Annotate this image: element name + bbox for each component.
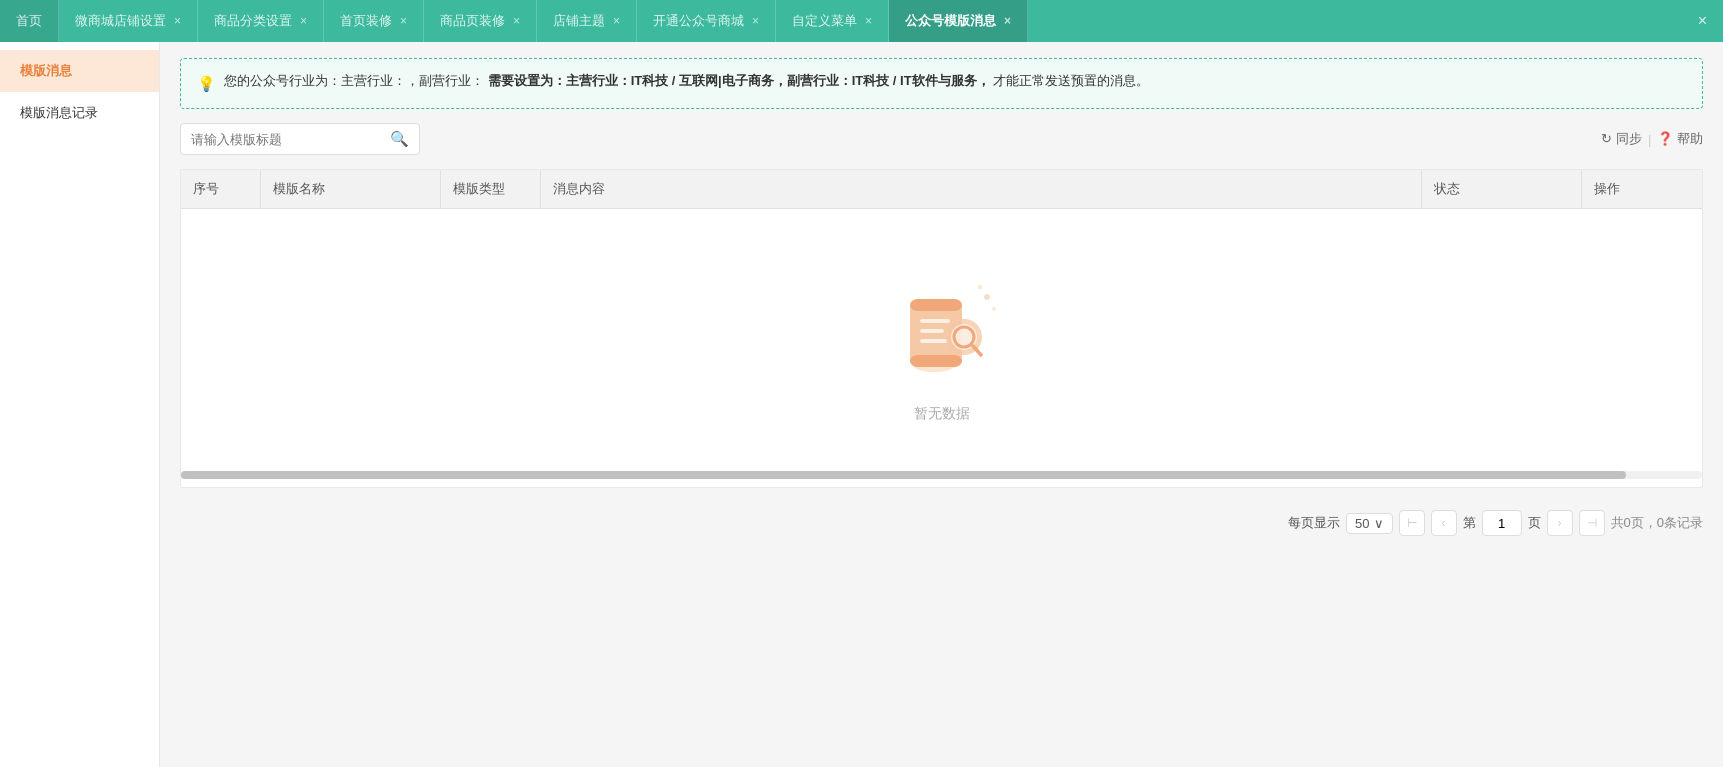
tab-custom-menu[interactable]: 自定义菜单 × [776,0,889,42]
svg-rect-5 [920,329,944,333]
horizontal-scrollbar[interactable] [181,471,1702,479]
help-icon: ❓ [1657,131,1673,146]
tab-store-settings[interactable]: 微商城店铺设置 × [59,0,198,42]
help-button[interactable]: ❓ 帮助 [1657,130,1703,148]
main-layout: 模版消息 模版消息记录 💡 您的公众号行业为：主营行业：，副营行业： 需要设置为… [0,42,1723,767]
tab-home-label: 首页 [16,12,42,30]
first-page-button[interactable]: ⊢ [1399,510,1425,536]
svg-point-11 [984,294,990,300]
page-number-input[interactable] [1482,510,1522,536]
data-table: 序号 模版名称 模版类型 消息内容 状态 操作 [180,169,1703,488]
search-input[interactable] [191,132,384,147]
tab-category-label: 商品分类设置 [214,12,292,30]
svg-rect-3 [910,355,962,367]
window-close-button[interactable]: × [1682,12,1723,30]
tab-template-msg-label: 公众号模版消息 [905,12,996,30]
search-button[interactable]: 🔍 [390,130,409,148]
page-size-select[interactable]: 50 ∨ [1346,513,1392,534]
search-input-wrap[interactable]: 🔍 [180,123,420,155]
table-header: 序号 模版名称 模版类型 消息内容 状态 操作 [181,170,1702,209]
tab-custom-menu-label: 自定义菜单 [792,12,857,30]
sidebar-item-template-msg[interactable]: 模版消息 [0,50,159,92]
svg-point-12 [978,285,982,289]
tab-product-decor-close[interactable]: × [513,14,520,28]
tab-home-decor[interactable]: 首页装修 × [324,0,424,42]
tab-product-decor-label: 商品页装修 [440,12,505,30]
toolbar-right: ↻ 同步 | ❓ 帮助 [1601,130,1703,148]
search-bar: 🔍 ↻ 同步 | ❓ 帮助 [180,123,1703,155]
tab-category-close[interactable]: × [300,14,307,28]
empty-state: 暂无数据 [181,209,1702,463]
prev-page-button[interactable]: ‹ [1431,510,1457,536]
last-page-button[interactable]: ⊣ [1579,510,1605,536]
pagination: 每页显示 50 ∨ ⊢ ‹ 第 页 › ⊣ 共0页，0条记录 [180,502,1703,544]
next-page-button[interactable]: › [1547,510,1573,536]
svg-point-13 [992,307,996,311]
tab-template-msg[interactable]: 公众号模版消息 × [889,0,1028,42]
tab-store-theme-label: 店铺主题 [553,12,605,30]
tab-custom-menu-close[interactable]: × [865,14,872,28]
tab-wechat-mall-close[interactable]: × [752,14,759,28]
content-area: 💡 您的公众号行业为：主营行业：，副营行业： 需要设置为：主营行业：IT科技 /… [160,42,1723,767]
tab-wechat-mall[interactable]: 开通公众号商城 × [637,0,776,42]
col-content: 消息内容 [541,170,1422,208]
col-status: 状态 [1422,170,1582,208]
tab-home-decor-label: 首页装修 [340,12,392,30]
svg-rect-4 [920,319,950,323]
sync-button[interactable]: ↻ 同步 [1601,130,1642,148]
sync-icon: ↻ [1601,131,1612,146]
chevron-down-icon: ∨ [1374,516,1384,531]
col-action: 操作 [1582,170,1702,208]
tab-template-msg-close[interactable]: × [1004,14,1011,28]
sidebar-item-template-msg-log[interactable]: 模版消息记录 [0,92,159,134]
col-index: 序号 [181,170,261,208]
svg-rect-2 [910,299,962,311]
page-size-label: 每页显示 [1288,514,1340,532]
tab-home[interactable]: 首页 [0,0,59,42]
page-unit: 页 [1528,514,1541,532]
sidebar: 模版消息 模版消息记录 [0,42,160,767]
scrollbar-thumb[interactable] [181,471,1626,479]
notice-bar: 💡 您的公众号行业为：主营行业：，副营行业： 需要设置为：主营行业：IT科技 /… [180,58,1703,109]
col-type: 模版类型 [441,170,541,208]
tab-bar: 首页 微商城店铺设置 × 商品分类设置 × 首页装修 × 商品页装修 × 店铺主… [0,0,1723,42]
page-total: 共0页，0条记录 [1611,514,1703,532]
tab-wechat-mall-label: 开通公众号商城 [653,12,744,30]
page-label: 第 [1463,514,1476,532]
col-name: 模版名称 [261,170,441,208]
svg-rect-6 [920,339,948,343]
tab-product-decor[interactable]: 商品页装修 × [424,0,537,42]
tab-category[interactable]: 商品分类设置 × [198,0,324,42]
tab-home-decor-close[interactable]: × [400,14,407,28]
notice-text: 您的公众号行业为：主营行业：，副营行业： 需要设置为：主营行业：IT科技 / 互… [224,71,1149,92]
notice-icon: 💡 [197,72,216,96]
empty-text: 暂无数据 [914,405,970,423]
tab-store-settings-label: 微商城店铺设置 [75,12,166,30]
tab-store-settings-close[interactable]: × [174,14,181,28]
divider: | [1648,132,1651,147]
empty-illustration [882,269,1002,389]
tab-store-theme-close[interactable]: × [613,14,620,28]
tab-store-theme[interactable]: 店铺主题 × [537,0,637,42]
